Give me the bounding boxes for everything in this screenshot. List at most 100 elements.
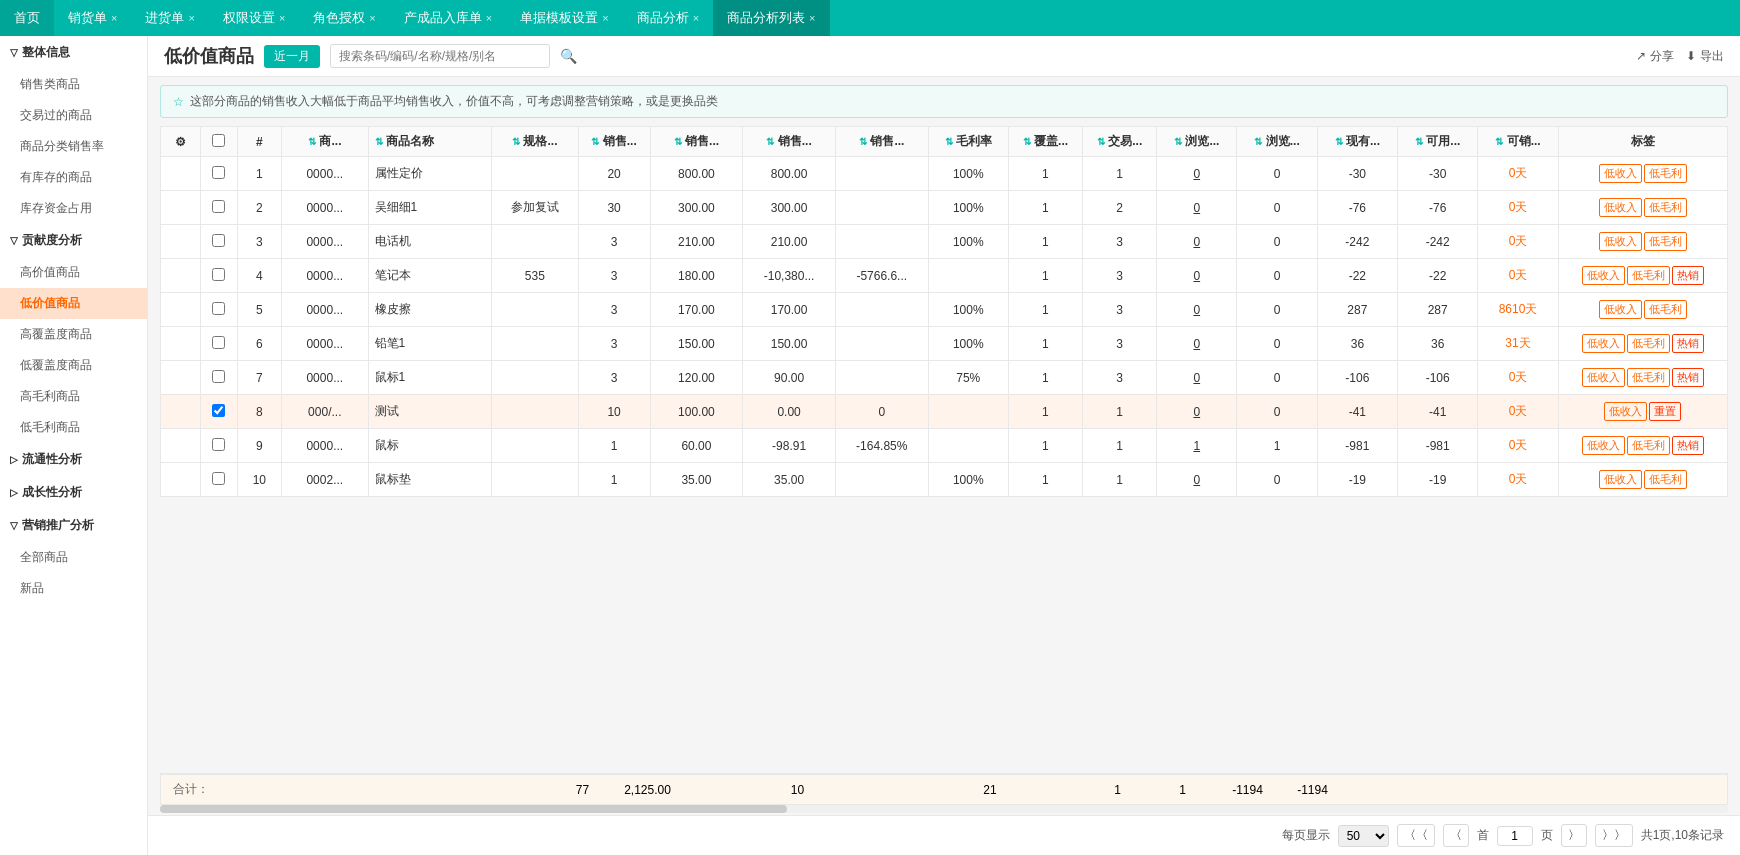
row-checkbox[interactable] [212,336,225,349]
browse1-link[interactable]: 0 [1193,473,1200,487]
nav-purchase[interactable]: 进货单 × [131,0,208,36]
cell-browse1[interactable]: 0 [1157,463,1237,497]
sidebar-item-high-margin[interactable]: 高毛利商品 [0,381,147,412]
cell-browse1[interactable]: 1 [1157,429,1237,463]
nav-purchase-close[interactable]: × [188,12,194,24]
col-trade[interactable]: ⇅ 交易... [1083,127,1157,157]
col-sale2[interactable]: ⇅ 销售... [743,127,836,157]
row-checkbox[interactable] [212,166,225,179]
cell-check[interactable] [200,429,237,463]
sidebar-item-low-margin[interactable]: 低毛利商品 [0,412,147,443]
sidebar-item-sales-goods[interactable]: 销售类商品 [0,69,147,100]
col-sellable[interactable]: ⇅ 可销... [1478,127,1558,157]
sidebar-group-contribution[interactable]: ▽ 贡献度分析 [0,224,147,257]
cell-browse1[interactable]: 0 [1157,361,1237,395]
table-wrapper[interactable]: ⚙ # ⇅ 商... ⇅ 商品名称 ⇅ 规格... ⇅ [148,126,1740,773]
sidebar-item-traded-goods[interactable]: 交易过的商品 [0,100,147,131]
sidebar-item-low-value[interactable]: 低价值商品 [0,288,147,319]
row-checkbox[interactable] [212,268,225,281]
cell-check[interactable] [200,293,237,327]
sidebar-item-stock-goods[interactable]: 有库存的商品 [0,162,147,193]
next-page-button[interactable]: 〉 [1561,824,1587,847]
row-checkbox[interactable] [212,438,225,451]
prev-page-button[interactable]: 〈 [1443,824,1469,847]
sidebar-group-circulation[interactable]: ▷ 流通性分析 [0,443,147,476]
nav-permission-close[interactable]: × [279,12,285,24]
nav-goods-analysis[interactable]: 商品分析 × [623,0,713,36]
col-sale-qty[interactable]: ⇅ 销售... [578,127,650,157]
nav-product-inbound-close[interactable]: × [486,12,492,24]
col-cov[interactable]: ⇅ 覆盖... [1008,127,1082,157]
sidebar-group-overall[interactable]: ▽ 整体信息 [0,36,147,69]
nav-goods-list[interactable]: 商品分析列表 × [713,0,829,36]
col-sale-amt[interactable]: ⇅ 销售... [650,127,743,157]
nav-template-close[interactable]: × [602,12,608,24]
col-sale3[interactable]: ⇅ 销售... [835,127,928,157]
browse1-link[interactable]: 0 [1193,269,1200,283]
col-avail[interactable]: ⇅ 可用... [1398,127,1478,157]
col-gross[interactable]: ⇅ 毛利率 [928,127,1008,157]
sidebar-item-all-goods[interactable]: 全部商品 [0,542,147,573]
cell-check[interactable] [200,191,237,225]
browse1-link[interactable]: 0 [1193,303,1200,317]
select-all-checkbox[interactable] [212,134,225,147]
filter-button[interactable]: 近一月 [264,45,320,68]
first-page-button[interactable]: 〈〈 [1397,824,1435,847]
page-input[interactable] [1497,826,1533,846]
cell-browse1[interactable]: 0 [1157,225,1237,259]
cell-browse1[interactable]: 0 [1157,259,1237,293]
cell-browse1[interactable]: 0 [1157,191,1237,225]
browse1-link[interactable]: 0 [1193,167,1200,181]
sidebar-item-new-goods[interactable]: 新品 [0,573,147,604]
cell-check[interactable] [200,327,237,361]
nav-home[interactable]: 首页 [0,0,54,36]
row-checkbox[interactable] [212,200,225,213]
sidebar-group-marketing[interactable]: ▽ 营销推广分析 [0,509,147,542]
col-check[interactable] [200,127,237,157]
sidebar-item-category-rate[interactable]: 商品分类销售率 [0,131,147,162]
row-checkbox[interactable] [212,370,225,383]
horizontal-scrollbar[interactable] [160,805,1728,813]
search-input[interactable] [330,44,550,68]
col-browse2[interactable]: ⇅ 浏览... [1237,127,1317,157]
cell-check[interactable] [200,157,237,191]
cell-browse1[interactable]: 0 [1157,327,1237,361]
cell-check[interactable] [200,361,237,395]
browse1-link[interactable]: 0 [1193,235,1200,249]
nav-goods-list-close[interactable]: × [809,12,815,24]
cell-check[interactable] [200,259,237,293]
scrollbar-thumb[interactable] [160,805,787,813]
sidebar-item-high-value[interactable]: 高价值商品 [0,257,147,288]
cell-browse1[interactable]: 0 [1157,157,1237,191]
share-button[interactable]: ↗ 分享 [1636,48,1674,65]
cell-browse1[interactable]: 0 [1157,293,1237,327]
per-page-select[interactable]: 50 100 200 [1338,825,1389,847]
sidebar-item-low-coverage[interactable]: 低覆盖度商品 [0,350,147,381]
col-stock[interactable]: ⇅ 现有... [1317,127,1397,157]
cell-check[interactable] [200,463,237,497]
cell-browse1[interactable]: 0 [1157,395,1237,429]
search-icon-button[interactable]: 🔍 [560,48,577,64]
browse1-link[interactable]: 0 [1193,337,1200,351]
last-page-button[interactable]: 〉〉 [1595,824,1633,847]
browse1-link[interactable]: 0 [1193,405,1200,419]
browse1-link[interactable]: 0 [1193,201,1200,215]
nav-product-inbound[interactable]: 产成品入库单 × [390,0,506,36]
col-code[interactable]: ⇅ 商... [282,127,368,157]
row-checkbox[interactable] [212,302,225,315]
nav-role-close[interactable]: × [369,12,375,24]
nav-role[interactable]: 角色授权 × [299,0,389,36]
sidebar-group-growth[interactable]: ▷ 成长性分析 [0,476,147,509]
browse1-link[interactable]: 0 [1193,371,1200,385]
cell-check[interactable] [200,225,237,259]
sidebar-item-stock-fund[interactable]: 库存资金占用 [0,193,147,224]
nav-permission[interactable]: 权限设置 × [209,0,299,36]
sidebar-item-high-coverage[interactable]: 高覆盖度商品 [0,319,147,350]
nav-goods-analysis-close[interactable]: × [693,12,699,24]
cell-check[interactable] [200,395,237,429]
row-checkbox[interactable] [212,472,225,485]
col-browse1[interactable]: ⇅ 浏览... [1157,127,1237,157]
row-checkbox[interactable] [212,404,225,417]
col-name[interactable]: ⇅ 商品名称 [368,127,492,157]
nav-template[interactable]: 单据模板设置 × [506,0,622,36]
